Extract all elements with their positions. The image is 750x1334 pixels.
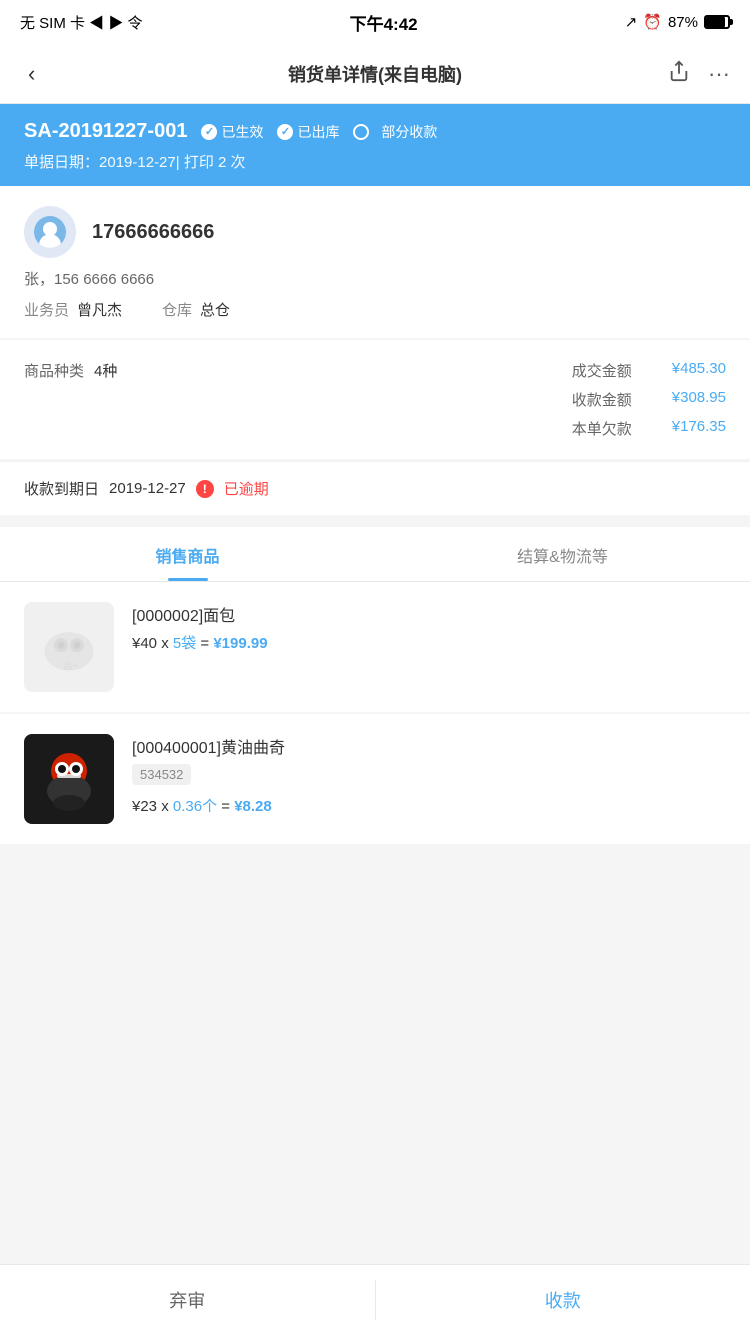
warehouse-meta: 仓库 总仓	[162, 299, 230, 320]
badge-shipped: ✓ 已出库	[277, 122, 339, 142]
received-value: ¥308.95	[672, 389, 726, 410]
check-icon-1: ✓	[201, 124, 217, 140]
avatar-icon	[34, 216, 66, 248]
page-title: 销货单详情(来自电脑)	[288, 61, 462, 87]
staff-name: 曾凡杰	[77, 299, 122, 320]
staff-meta: 业务员 曾凡杰	[24, 299, 122, 320]
back-button[interactable]: ‹	[20, 53, 43, 95]
customer-row: 17666666666	[24, 206, 726, 258]
header-banner: SA-20191227-001 ✓ 已生效 ✓ 已出库 部分收款 单据日期：20…	[0, 104, 750, 186]
customer-section: 17666666666 张，156 6666 6666 业务员 曾凡杰 仓库 总…	[0, 186, 750, 338]
order-row: SA-20191227-001 ✓ 已生效 ✓ 已出库 部分收款	[24, 120, 726, 143]
product-thumb-2	[24, 734, 114, 824]
badge-partial: 部分收款	[353, 122, 437, 142]
stats-section: 商品种类 4种 成交金额 ¥485.30 收款金额 ¥308.95 本单欠款 ¥…	[0, 340, 750, 459]
nav-bar: ‹ 销货单详情(来自电脑) ···	[0, 44, 750, 104]
status-right: ↗ ⏰ 87%	[625, 13, 730, 31]
customer-phone: 17666666666	[92, 221, 214, 244]
amount-item: 成交金额 ¥485.30	[572, 360, 726, 381]
badge-effective: ✓ 已生效	[201, 122, 263, 142]
tab-underline	[168, 578, 208, 581]
stats-left: 商品种类 4种	[24, 360, 117, 381]
customer-meta: 业务员 曾凡杰 仓库 总仓	[24, 299, 726, 320]
product-name-1: [0000002]面包	[132, 602, 726, 626]
product-type-item: 商品种类 4种	[24, 360, 117, 381]
owl-placeholder-icon: 品+	[34, 612, 104, 682]
overdue-icon: !	[196, 480, 214, 498]
warehouse-name: 总仓	[200, 299, 230, 320]
status-left: 无 SIM 卡 ◀ ▶ 令	[20, 12, 143, 33]
bottom-bar: 弃审 收款	[0, 1264, 750, 1334]
product-thumb-1: 品+	[24, 602, 114, 692]
check-icon-2: ✓	[277, 124, 293, 140]
product-price-1: ¥40 x 5袋 = ¥199.99	[132, 632, 726, 653]
location-icon: ↗	[625, 13, 638, 31]
tabs-row: 销售商品 结算&物流等	[0, 527, 750, 581]
cancel-button[interactable]: 弃审	[0, 1265, 375, 1334]
product-sku-2: 534532	[132, 764, 191, 785]
debt-value: ¥176.35	[672, 418, 726, 439]
clock-icon	[353, 124, 369, 140]
product-info-2: [000400001]黄油曲奇 534532 ¥23 x 0.36个 = ¥8.…	[132, 734, 726, 816]
share-button[interactable]	[668, 60, 690, 88]
due-date: 2019-12-27	[109, 480, 186, 497]
tab-products[interactable]: 销售商品	[0, 527, 375, 581]
confirm-button[interactable]: 收款	[376, 1265, 750, 1334]
avatar	[24, 206, 76, 258]
product-list: 品+ [0000002]面包 ¥40 x 5袋 = ¥199.99	[0, 582, 750, 844]
more-button[interactable]: ···	[708, 61, 730, 87]
tabs-container: 销售商品 结算&物流等	[0, 527, 750, 582]
received-item: 收款金额 ¥308.95	[572, 389, 726, 410]
overdue-text: 已逾期	[224, 478, 269, 499]
stats-right: 成交金额 ¥485.30 收款金额 ¥308.95 本单欠款 ¥176.35	[572, 360, 726, 439]
tab-settlement[interactable]: 结算&物流等	[375, 527, 750, 581]
product-image-icon	[29, 739, 109, 819]
amount-value: ¥485.30	[672, 360, 726, 381]
product-info-1: [0000002]面包 ¥40 x 5袋 = ¥199.99	[132, 602, 726, 653]
product-item-2: [000400001]黄油曲奇 534532 ¥23 x 0.36个 = ¥8.…	[0, 714, 750, 844]
customer-name: 张，156 6666 6666	[24, 268, 726, 289]
debt-item: 本单欠款 ¥176.35	[572, 418, 726, 439]
order-id: SA-20191227-001	[24, 120, 187, 143]
svg-text:品+: 品+	[64, 661, 78, 671]
nav-actions: ···	[668, 60, 730, 88]
status-time: 下午4:42	[350, 10, 418, 35]
battery-icon	[704, 15, 730, 29]
alarm-icon: ⏰	[643, 13, 662, 31]
product-item-1: 品+ [0000002]面包 ¥40 x 5袋 = ¥199.99	[0, 582, 750, 712]
banner-date: 单据日期：2019-12-27| 打印 2 次	[24, 151, 726, 172]
due-date-row: 收款到期日 2019-12-27 ! 已逾期	[0, 461, 750, 515]
stats-row: 商品种类 4种 成交金额 ¥485.30 收款金额 ¥308.95 本单欠款 ¥…	[24, 360, 726, 439]
battery-percent: 87%	[668, 14, 698, 31]
status-bar: 无 SIM 卡 ◀ ▶ 令 下午4:42 ↗ ⏰ 87%	[0, 0, 750, 44]
product-name-2: [000400001]黄油曲奇	[132, 734, 726, 758]
product-price-2: ¥23 x 0.36个 = ¥8.28	[132, 795, 726, 816]
